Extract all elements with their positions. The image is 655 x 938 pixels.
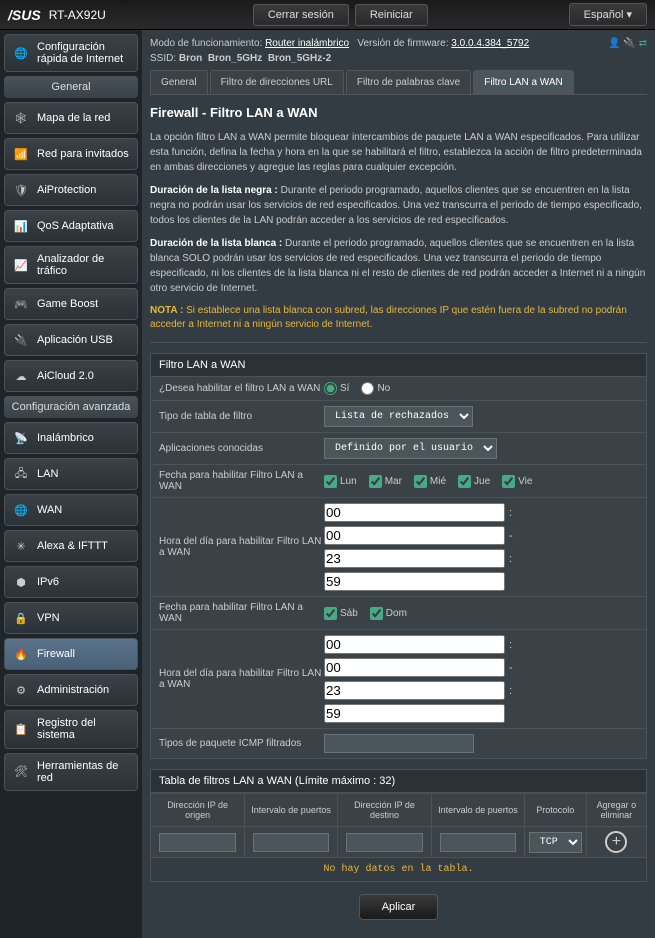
info-bar: 👤 🔌 ⇄ Modo de funcionamiento: Router ina… bbox=[150, 36, 647, 66]
note: NOTA : Si establece una lista blanca con… bbox=[150, 304, 647, 332]
tab-3[interactable]: Filtro LAN a WAN bbox=[473, 70, 574, 94]
icmp-input[interactable] bbox=[324, 734, 474, 753]
sidebar-item-registro-del-sistema[interactable]: 📋Registro del sistema bbox=[4, 710, 138, 748]
sidebar-icon: ⚙ bbox=[11, 681, 31, 699]
sidebar-item-aicloud-2.0[interactable]: ☁AiCloud 2.0 bbox=[4, 360, 138, 392]
topbar: /SUS RT-AX92U Cerrar sesión Reiniciar Es… bbox=[0, 0, 655, 30]
tabs: GeneralFiltro de direcciones URLFiltro d… bbox=[150, 70, 647, 95]
mode-link[interactable]: Router inalámbrico bbox=[265, 38, 349, 49]
sidebar-header-advanced: Configuración avanzada bbox=[4, 396, 138, 418]
day-Dom[interactable]: Dom bbox=[370, 607, 407, 620]
page-title: Firewall - Filtro LAN a WAN bbox=[150, 105, 647, 120]
day-Sáb[interactable]: Sáb bbox=[324, 607, 358, 620]
no-data-message: No hay datos en la tabla. bbox=[150, 858, 647, 882]
firmware-link[interactable]: 3.0.0.4.384_5792 bbox=[451, 38, 529, 49]
day-Jue[interactable]: Jue bbox=[458, 475, 490, 488]
dst-port-input[interactable] bbox=[440, 833, 515, 852]
sidebar-item-mapa-de-la-red[interactable]: 🕸Mapa de la red bbox=[4, 102, 138, 134]
col-header: Intervalo de puertos bbox=[432, 794, 525, 827]
col-header: Dirección IP de destino bbox=[337, 794, 431, 827]
table-type-select[interactable]: Lista de rechazados bbox=[324, 406, 473, 427]
time-m1[interactable] bbox=[324, 658, 505, 677]
sidebar-item-game-boost[interactable]: 🎮Game Boost bbox=[4, 288, 138, 320]
sidebar-icon: ⬢ bbox=[11, 573, 31, 591]
sidebar-icon: 🔥 bbox=[11, 645, 31, 663]
sidebar-item-aplicación-usb[interactable]: 🔌Aplicación USB bbox=[4, 324, 138, 356]
time-h1[interactable] bbox=[324, 635, 505, 654]
time-m2[interactable] bbox=[324, 572, 505, 591]
filter-table: Dirección IP de origenIntervalo de puert… bbox=[150, 793, 647, 858]
status-icons: 👤 🔌 ⇄ bbox=[608, 36, 647, 51]
time-h2[interactable] bbox=[324, 549, 505, 568]
sidebar-item-red-para-invitados[interactable]: 📶Red para invitados bbox=[4, 138, 138, 170]
tab-1[interactable]: Filtro de direcciones URL bbox=[210, 70, 344, 94]
sidebar-icon: 🌐 bbox=[11, 501, 31, 519]
day-Vie[interactable]: Vie bbox=[502, 475, 532, 488]
sidebar-icon: ☁ bbox=[11, 367, 31, 385]
enable-no[interactable]: No bbox=[361, 382, 390, 395]
sidebar-icon: 🔒 bbox=[11, 609, 31, 627]
apply-button[interactable]: Aplicar bbox=[359, 894, 439, 920]
sidebar-icon: 🛠 bbox=[11, 763, 31, 781]
sidebar-icon: 📡 bbox=[11, 429, 31, 447]
section-header-filter: Filtro LAN a WAN bbox=[150, 353, 647, 377]
col-header: Dirección IP de origen bbox=[151, 794, 245, 827]
logo: /SUS bbox=[8, 7, 41, 23]
time-m2[interactable] bbox=[324, 704, 505, 723]
sidebar-icon: 🛡 bbox=[11, 181, 31, 199]
sidebar-icon: 🖧 bbox=[11, 465, 31, 483]
enable-yes[interactable]: Sí bbox=[324, 382, 349, 395]
sidebar-quick-setup[interactable]: 🌐Configuración rápida de Internet bbox=[4, 34, 138, 72]
sidebar-icon: 📋 bbox=[11, 720, 31, 738]
sidebar-item-herramientas-de-red[interactable]: 🛠Herramientas de red bbox=[4, 753, 138, 791]
add-button[interactable]: + bbox=[605, 831, 627, 853]
sidebar-item-ipv6[interactable]: ⬢IPv6 bbox=[4, 566, 138, 598]
tab-2[interactable]: Filtro de palabras clave bbox=[346, 70, 471, 94]
language-select[interactable]: Español ▾ bbox=[569, 3, 647, 26]
day-Mar[interactable]: Mar bbox=[369, 475, 402, 488]
globe-icon: 🌐 bbox=[11, 44, 31, 62]
dst-ip-input[interactable] bbox=[346, 833, 423, 852]
sidebar-item-lan[interactable]: 🖧LAN bbox=[4, 458, 138, 490]
table-row: TCP + bbox=[151, 827, 647, 858]
sidebar-icon: 📈 bbox=[11, 256, 31, 274]
sidebar-item-firewall[interactable]: 🔥Firewall bbox=[4, 638, 138, 670]
sidebar-item-qos-adaptativa[interactable]: 📊QoS Adaptativa bbox=[4, 210, 138, 242]
col-header: Intervalo de puertos bbox=[245, 794, 338, 827]
sidebar-item-wan[interactable]: 🌐WAN bbox=[4, 494, 138, 526]
description-1: La opción filtro LAN a WAN permite bloqu… bbox=[150, 130, 647, 175]
sidebar-header-general: General bbox=[4, 76, 138, 98]
protocol-select[interactable]: TCP bbox=[529, 832, 582, 853]
time-h1[interactable] bbox=[324, 503, 505, 522]
tab-0[interactable]: General bbox=[150, 70, 208, 94]
sidebar-item-aiprotection[interactable]: 🛡AiProtection bbox=[4, 174, 138, 206]
day-Mié[interactable]: Mié bbox=[414, 475, 446, 488]
apps-select[interactable]: Definido por el usuario bbox=[324, 438, 497, 459]
day-Lun[interactable]: Lun bbox=[324, 475, 357, 488]
description-2: Duración de la lista negra : Durante el … bbox=[150, 183, 647, 228]
content: 👤 🔌 ⇄ Modo de funcionamiento: Router ina… bbox=[142, 30, 655, 938]
description-3: Duración de la lista blanca : Durante el… bbox=[150, 236, 647, 296]
time-h2[interactable] bbox=[324, 681, 505, 700]
reboot-button[interactable]: Reiniciar bbox=[355, 4, 428, 26]
time-m1[interactable] bbox=[324, 526, 505, 545]
sidebar-item-inalámbrico[interactable]: 📡Inalámbrico bbox=[4, 422, 138, 454]
sidebar-icon: 🎮 bbox=[11, 295, 31, 313]
sidebar-item-alexa-&-ifttt[interactable]: ✳Alexa & IFTTT bbox=[4, 530, 138, 562]
col-header: Agregar o eliminar bbox=[586, 794, 646, 827]
logout-button[interactable]: Cerrar sesión bbox=[253, 4, 349, 26]
src-ip-input[interactable] bbox=[159, 833, 236, 852]
sidebar-icon: 🕸 bbox=[11, 109, 31, 127]
table-header: Tabla de filtros LAN a WAN (Límite máxim… bbox=[150, 769, 647, 793]
sidebar-item-vpn[interactable]: 🔒VPN bbox=[4, 602, 138, 634]
sidebar-item-analizador-de-tráfico[interactable]: 📈Analizador de tráfico bbox=[4, 246, 138, 284]
sidebar-icon: ✳ bbox=[11, 537, 31, 555]
col-header: Protocolo bbox=[524, 794, 586, 827]
sidebar-icon: 📶 bbox=[11, 145, 31, 163]
sidebar-icon: 📊 bbox=[11, 217, 31, 235]
src-port-input[interactable] bbox=[253, 833, 328, 852]
sidebar: 🌐Configuración rápida de Internet Genera… bbox=[0, 30, 142, 938]
sidebar-icon: 🔌 bbox=[11, 331, 31, 349]
model-name: RT-AX92U bbox=[49, 8, 106, 22]
